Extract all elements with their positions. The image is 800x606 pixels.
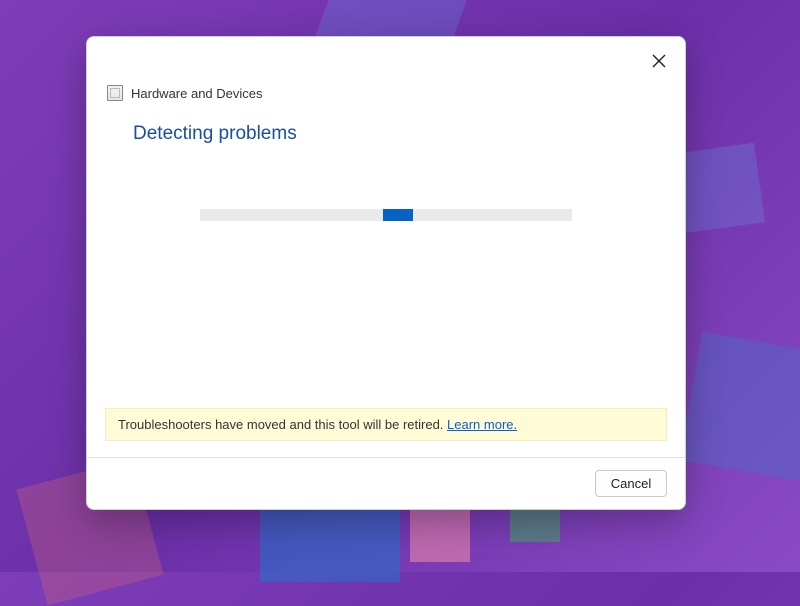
progress-area bbox=[87, 145, 685, 221]
troubleshooter-icon bbox=[107, 85, 123, 101]
dialog-title: Hardware and Devices bbox=[131, 86, 263, 101]
close-icon bbox=[652, 54, 666, 68]
retirement-notice: Troubleshooters have moved and this tool… bbox=[105, 408, 667, 441]
dialog-footer: Cancel bbox=[87, 457, 685, 509]
dialog-header: Hardware and Devices bbox=[87, 37, 685, 101]
spacer bbox=[87, 221, 685, 408]
progress-fill bbox=[383, 209, 413, 221]
cancel-button[interactable]: Cancel bbox=[595, 470, 667, 497]
bg-shape bbox=[680, 332, 800, 483]
page-heading: Detecting problems bbox=[87, 101, 685, 145]
notice-text: Troubleshooters have moved and this tool… bbox=[118, 417, 447, 432]
learn-more-link[interactable]: Learn more. bbox=[447, 417, 517, 432]
progress-bar bbox=[200, 209, 572, 221]
close-button[interactable] bbox=[649, 51, 669, 71]
troubleshooter-dialog: Hardware and Devices Detecting problems … bbox=[86, 36, 686, 510]
